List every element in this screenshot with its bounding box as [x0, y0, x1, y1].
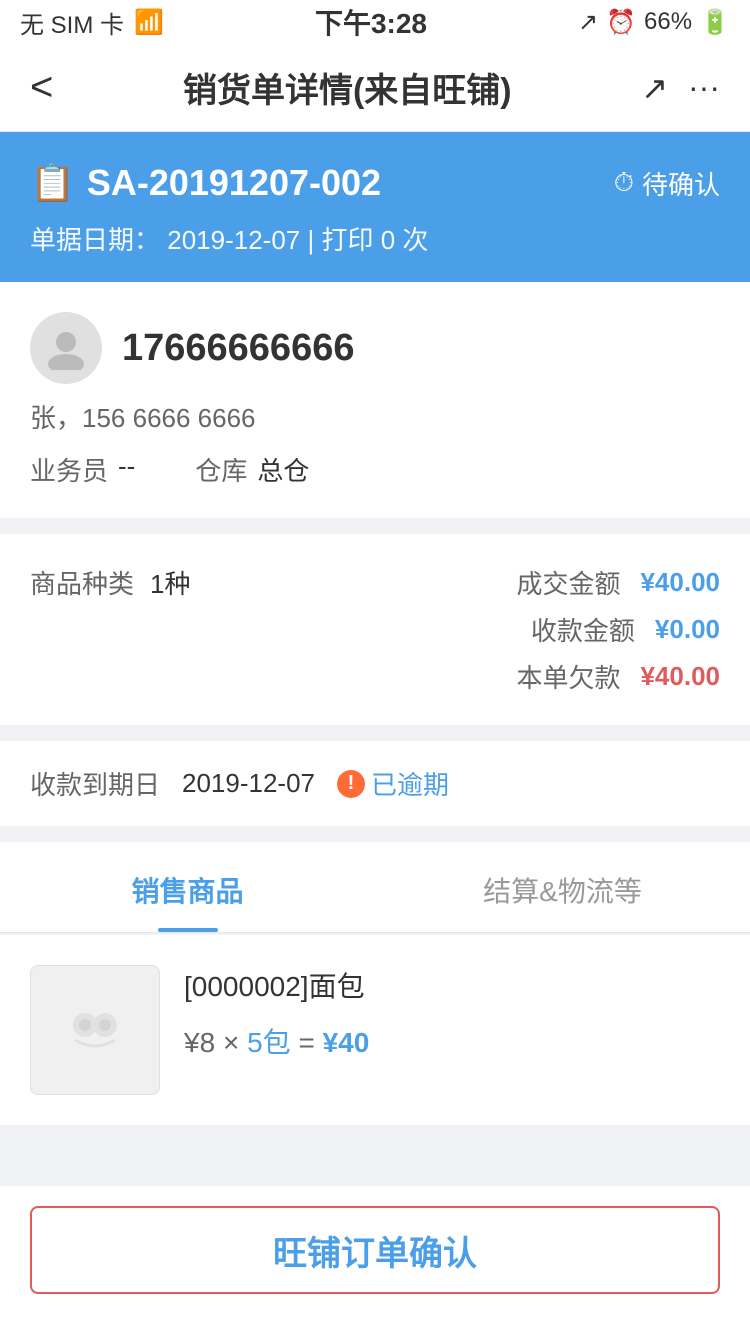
- due-date-value: 2019-12-07: [182, 768, 315, 799]
- order-date-row: 单据日期： 2019-12-07 | 打印 0 次: [30, 220, 720, 257]
- due-card: 收款到期日 2019-12-07 ! 已逾期: [0, 741, 750, 826]
- battery-label: 66%: [644, 8, 692, 36]
- tabs-container: 销售商品 结算&物流等: [0, 842, 750, 933]
- product-info: [0000002]面包 ¥8 × 5包 = ¥40: [184, 965, 720, 1061]
- bottom-bar: 旺铺订单确认: [0, 1186, 750, 1334]
- wifi-icon: 📶: [134, 8, 164, 37]
- customer-phone: 17666666666: [122, 327, 354, 370]
- order-print-count: 0: [381, 225, 395, 255]
- owed-label: 本单欠款: [516, 658, 620, 695]
- order-status: ⏱ 待确认: [614, 165, 720, 202]
- order-header: 📋 SA-20191207-002 ⏱ 待确认 单据日期： 2019-12-07…: [0, 132, 750, 282]
- sales-label: 业务员: [30, 451, 108, 488]
- unit-price: ¥8: [184, 1027, 215, 1058]
- warehouse-label: 仓库: [195, 451, 247, 488]
- nav-right: ↗ ···: [641, 69, 720, 107]
- product-image: [30, 965, 160, 1095]
- order-id-text: SA-20191207-002: [87, 162, 381, 204]
- due-label: 收款到期日: [30, 765, 160, 802]
- amount-value: ¥40.00: [640, 567, 720, 598]
- battery-icon: 🔋: [700, 8, 730, 37]
- summary-left: 商品种类 1种: [30, 564, 190, 601]
- multiply-sign: ×: [223, 1027, 247, 1058]
- back-button[interactable]: <: [30, 65, 53, 110]
- customer-name: 张，156 6666 6666: [30, 398, 720, 435]
- quantity: 5包: [247, 1027, 291, 1058]
- warehouse-meta: 仓库 总仓: [195, 451, 309, 488]
- owed-value: ¥40.00: [640, 661, 720, 692]
- order-print-unit: 次: [402, 225, 428, 255]
- confirm-order-button[interactable]: 旺铺订单确认: [30, 1206, 720, 1294]
- sim-label: 无 SIM 卡: [20, 5, 124, 40]
- status-clock-icon: ⏱: [614, 167, 634, 199]
- order-id: 📋 SA-20191207-002: [30, 162, 381, 204]
- sales-value: --: [118, 451, 135, 488]
- type-label: 商品种类: [30, 564, 134, 601]
- customer-meta: 业务员 -- 仓库 总仓: [30, 451, 720, 488]
- tab-settlement[interactable]: 结算&物流等: [375, 842, 750, 932]
- sales-meta: 业务员 --: [30, 451, 135, 488]
- tabs: 销售商品 结算&物流等: [0, 842, 750, 933]
- order-header-top: 📋 SA-20191207-002 ⏱ 待确认: [30, 162, 720, 204]
- alarm-icon: ⏰: [606, 8, 636, 37]
- summary-right: 成交金额 ¥40.00 收款金额 ¥0.00 本单欠款 ¥40.00: [516, 564, 720, 695]
- type-value: 1种: [150, 564, 190, 601]
- overdue-badge: ! 已逾期: [337, 765, 449, 802]
- location-icon: ↗: [578, 8, 598, 37]
- status-left: 无 SIM 卡 📶: [20, 5, 164, 40]
- amount-label: 成交金额: [516, 564, 620, 601]
- customer-card: 17666666666 张，156 6666 6666 业务员 -- 仓库 总仓: [0, 282, 750, 518]
- page-title: 销货单详情(来自旺铺): [183, 63, 512, 112]
- amount-row: 成交金额 ¥40.00: [516, 564, 720, 601]
- product-card: [0000002]面包 ¥8 × 5包 = ¥40: [0, 935, 750, 1125]
- tab-sales-products[interactable]: 销售商品: [0, 842, 375, 932]
- nav-left: <: [30, 65, 53, 110]
- summary-card: 商品种类 1种 成交金额 ¥40.00 收款金额 ¥0.00 本单欠款 ¥40.…: [0, 534, 750, 725]
- total-price: ¥40: [323, 1027, 370, 1058]
- received-label: 收款金额: [531, 611, 635, 648]
- received-row: 收款金额 ¥0.00: [531, 611, 720, 648]
- status-right: ↗ ⏰ 66% 🔋: [578, 8, 730, 37]
- order-date-value: 2019-12-07: [167, 225, 300, 255]
- status-bar: 无 SIM 卡 📶 下午3:28 ↗ ⏰ 66% 🔋: [0, 0, 750, 44]
- more-icon[interactable]: ···: [688, 69, 720, 106]
- order-id-icon: 📋: [30, 162, 75, 204]
- nav-bar: < 销货单详情(来自旺铺) ↗ ···: [0, 44, 750, 132]
- status-time: 下午3:28: [315, 2, 427, 42]
- order-print-label: | 打印: [307, 225, 373, 255]
- received-value: ¥0.00: [655, 614, 720, 645]
- avatar: [30, 312, 102, 384]
- overdue-warning-icon: !: [337, 770, 365, 798]
- product-name: [0000002]面包: [184, 965, 720, 1005]
- customer-top: 17666666666: [30, 312, 720, 384]
- warehouse-value: 总仓: [257, 451, 309, 488]
- status-text: 待确认: [642, 165, 720, 202]
- share-icon[interactable]: ↗: [641, 69, 668, 107]
- overdue-text: 已逾期: [371, 765, 449, 802]
- order-date-label: 单据日期：: [30, 225, 160, 255]
- equals-sign: =: [298, 1027, 322, 1058]
- product-price: ¥8 × 5包 = ¥40: [184, 1021, 720, 1061]
- owed-row: 本单欠款 ¥40.00: [516, 658, 720, 695]
